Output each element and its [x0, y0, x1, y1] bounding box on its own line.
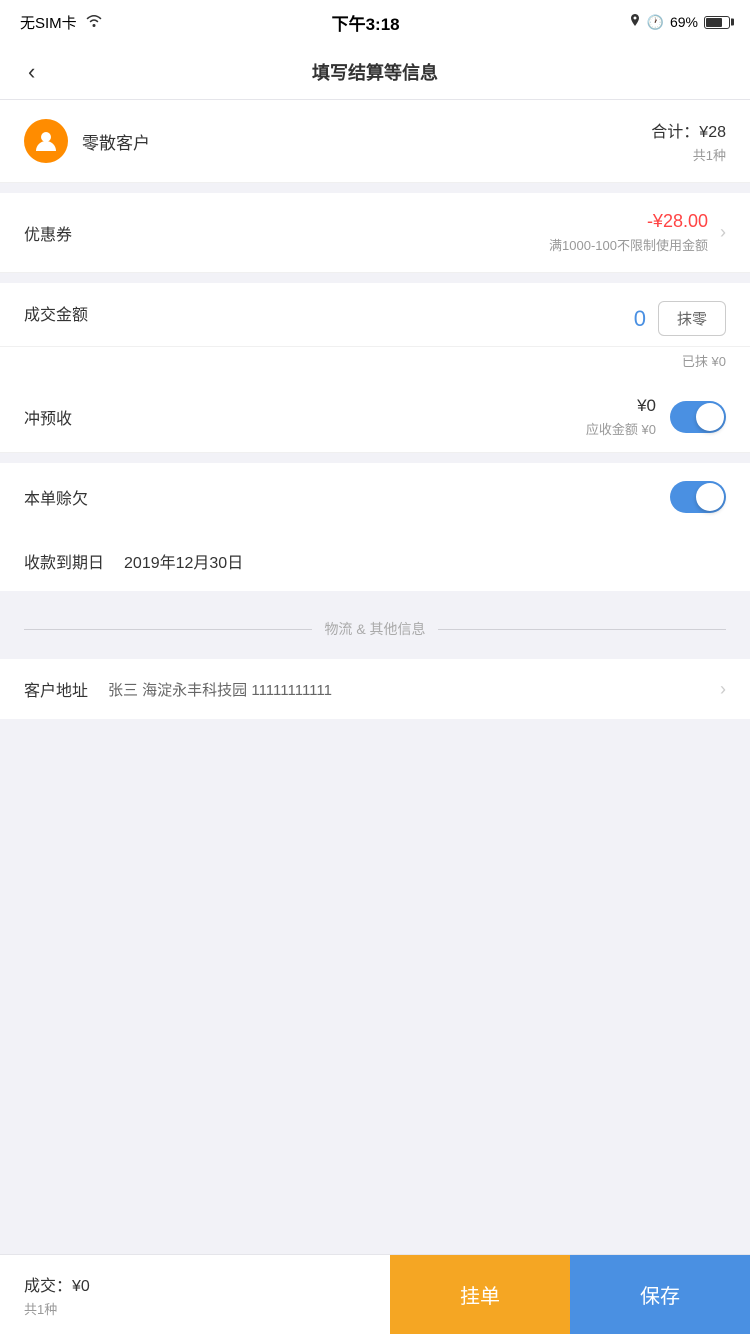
prepay-main-amount: ¥0: [586, 396, 656, 416]
customer-left: 零散客户: [24, 119, 150, 163]
coupon-right: -¥28.00 满1000-100不限制使用金额 ›: [549, 211, 726, 254]
status-bar: 无SIM卡 下午3:18 🕐 69%: [0, 0, 750, 44]
duedate-row: 收款到期日 2019年12月30日: [0, 531, 750, 591]
coupon-chevron-icon: ›: [720, 222, 726, 243]
nav-title: 填写结算等信息: [312, 59, 438, 85]
header-line-right: [438, 629, 726, 630]
bottom-bar: 成交：¥0 共1种 挂单 保存: [0, 1254, 750, 1334]
prepay-label: 冲预收: [24, 405, 104, 429]
address-content: 客户地址 张三 海淀永丰科技园 11111111111: [24, 677, 720, 701]
divider-1: [0, 183, 750, 193]
round-off-button[interactable]: 抹零: [658, 301, 726, 336]
coupon-info: -¥28.00 满1000-100不限制使用金额: [549, 211, 708, 254]
prepay-right: ¥0 应收金额 ¥0: [586, 396, 726, 438]
coupon-row[interactable]: 优惠券 -¥28.00 满1000-100不限制使用金额 ›: [0, 193, 750, 273]
status-left: 无SIM卡: [20, 12, 103, 33]
battery-text: 69%: [670, 14, 698, 30]
customer-total: 合计：¥28 共1种: [651, 118, 726, 164]
duedate-value: 2019年12月30日: [124, 549, 243, 573]
deal-prefix: 成交：: [24, 1278, 72, 1295]
address-label: 客户地址: [24, 677, 88, 701]
save-button[interactable]: 保存: [570, 1255, 750, 1334]
prepay-sub-amount: 应收金额 ¥0: [586, 419, 656, 438]
coupon-label: 优惠券: [24, 221, 104, 245]
bottom-deal: 成交：¥0: [24, 1272, 366, 1296]
toggle-knob: [696, 403, 724, 431]
duedate-label: 收款到期日: [24, 549, 104, 573]
prepay-toggle[interactable]: [670, 401, 726, 433]
total-amount: 合计：¥28: [651, 118, 726, 142]
debt-row: 本单赊欠: [0, 463, 750, 531]
bottom-info: 成交：¥0 共1种: [0, 1272, 390, 1318]
debt-toggle-knob: [696, 483, 724, 511]
prepay-row: 冲预收 ¥0 应收金额 ¥0: [0, 382, 750, 453]
location-icon: [629, 14, 641, 31]
debt-toggle[interactable]: [670, 481, 726, 513]
hang-button[interactable]: 挂单: [390, 1255, 570, 1334]
content: 零散客户 合计：¥28 共1种 优惠券 -¥28.00 满1000-100不限制…: [0, 100, 750, 1009]
address-chevron-icon: ›: [720, 679, 726, 700]
divider-2: [0, 273, 750, 283]
address-row[interactable]: 客户地址 张三 海淀永丰科技园 11111111111 ›: [0, 659, 750, 719]
address-value: 张三 海淀永丰科技园 11111111111: [108, 679, 332, 700]
nav-bar: ‹ 填写结算等信息: [0, 44, 750, 100]
wifi-icon: [85, 13, 103, 31]
customer-name: 零散客户: [82, 129, 150, 154]
logistics-header: 物流 & 其他信息: [0, 603, 750, 655]
divider-6: [0, 719, 750, 919]
carrier-text: 无SIM卡: [20, 12, 77, 33]
avatar: [24, 119, 68, 163]
coupon-value: -¥28.00: [549, 211, 708, 232]
back-button[interactable]: ‹: [20, 51, 43, 93]
deal-amount-value: 0: [634, 306, 646, 332]
deal-amount-sub: 已抹 ¥0: [0, 347, 750, 382]
debt-label: 本单赊欠: [24, 485, 104, 509]
battery-icon: [704, 16, 730, 29]
logistics-header-text: 物流 & 其他信息: [324, 619, 425, 639]
alarm-icon: 🕐: [647, 14, 664, 31]
divider-4: [0, 591, 750, 603]
header-line-left: [24, 629, 312, 630]
deal-amount-row: 成交金额 0 抹零: [0, 283, 750, 347]
prepay-amounts: ¥0 应收金额 ¥0: [586, 396, 656, 438]
coupon-sub: 满1000-100不限制使用金额: [549, 235, 708, 254]
deal-amount-right: 0 抹零: [634, 301, 726, 336]
status-time: 下午3:18: [332, 10, 400, 35]
divider-3: [0, 453, 750, 463]
status-right: 🕐 69%: [629, 14, 730, 31]
customer-row[interactable]: 零散客户 合计：¥28 共1种: [0, 100, 750, 183]
deal-amount-label: 成交金额: [24, 301, 104, 325]
total-count: 共1种: [651, 145, 726, 164]
bottom-count: 共1种: [24, 1299, 366, 1318]
deal-value: ¥0: [72, 1278, 90, 1295]
